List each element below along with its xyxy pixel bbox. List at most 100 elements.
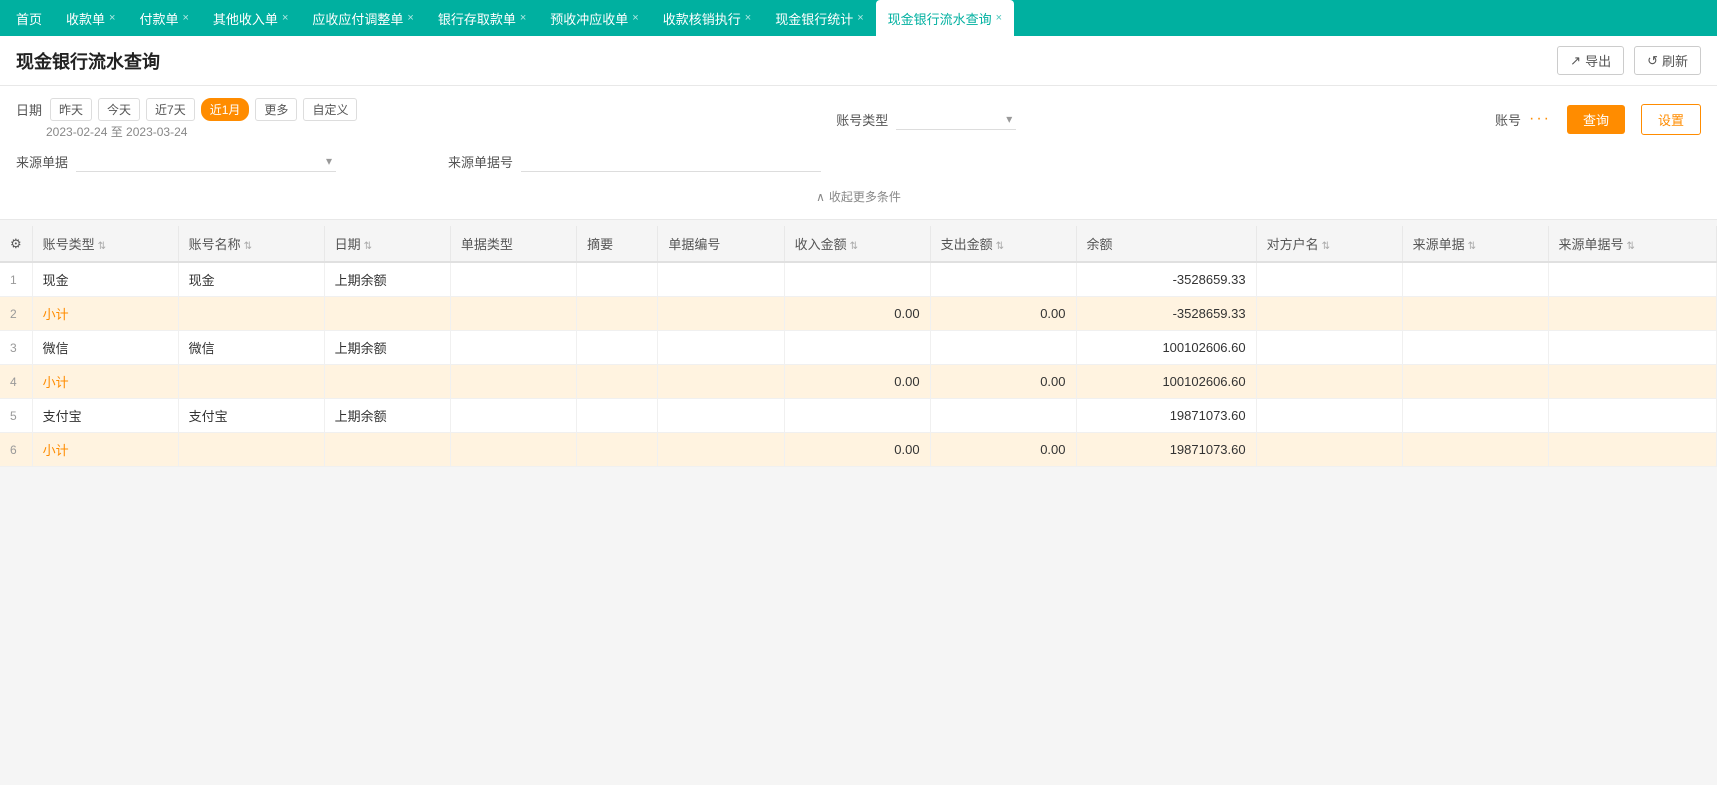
cell-summary: [577, 297, 658, 331]
date-btn-more[interactable]: 更多: [255, 98, 297, 121]
nav-ar-ap-adjust[interactable]: 应收应付调整单 ×: [300, 0, 425, 36]
account-type-label: 账号类型: [836, 110, 888, 129]
nav-cash-bank-flow[interactable]: 现金银行流水查询 ×: [876, 0, 1014, 36]
nav-receipts[interactable]: 收款单 ×: [54, 0, 127, 36]
table-row[interactable]: 6小计0.000.0019871073.60: [0, 433, 1717, 467]
cell-date: [324, 433, 450, 467]
cell-doc-type: [450, 331, 576, 365]
account-type-select[interactable]: 现金 微信 支付宝: [896, 108, 1016, 130]
cell-account-name: 支付宝: [178, 399, 324, 433]
close-icon[interactable]: ×: [109, 12, 115, 24]
sort-icon[interactable]: ⇅: [996, 241, 1004, 252]
cell-summary: [577, 433, 658, 467]
nav-home[interactable]: 首页: [4, 0, 54, 36]
cell-expense: 0.00: [930, 433, 1076, 467]
row-num: 2: [0, 297, 32, 331]
col-account-type: 账号类型⇅: [32, 226, 178, 262]
table-header-row: ⚙ 账号类型⇅ 账号名称⇅ 日期⇅ 单据类型 摘要 单据编号 收入金额⇅ 支出金…: [0, 226, 1717, 262]
cell-source-doc: [1402, 365, 1548, 399]
cell-account-type: 小计: [32, 297, 178, 331]
table-row[interactable]: 4小计0.000.00100102606.60: [0, 365, 1717, 399]
cell-income: [784, 331, 930, 365]
cell-income: [784, 262, 930, 297]
sort-icon[interactable]: ⇅: [1627, 241, 1635, 252]
page-title: 现金银行流水查询: [16, 48, 160, 74]
refresh-icon: ↺: [1647, 53, 1658, 69]
nav-advance-offset[interactable]: 预收冲应收单 ×: [538, 0, 650, 36]
cell-doc-no: [658, 331, 784, 365]
cell-expense: 0.00: [930, 365, 1076, 399]
close-icon[interactable]: ×: [520, 12, 526, 24]
cell-doc-no: [658, 433, 784, 467]
close-icon[interactable]: ×: [857, 12, 863, 24]
source-doc-select[interactable]: [76, 150, 336, 172]
table-row[interactable]: 1现金现金上期余额-3528659.33: [0, 262, 1717, 297]
page-header: 现金银行流水查询 ↗ 导出 ↺ 刷新: [0, 36, 1717, 86]
cell-account-type: 微信: [32, 331, 178, 365]
table-container: ⚙ 账号类型⇅ 账号名称⇅ 日期⇅ 单据类型 摘要 单据编号 收入金额⇅ 支出金…: [0, 226, 1717, 467]
date-btn-1month[interactable]: 近1月: [201, 98, 250, 121]
cell-source-doc-no: [1548, 399, 1716, 433]
cell-doc-no: [658, 399, 784, 433]
close-icon[interactable]: ×: [745, 12, 751, 24]
cell-account-name: [178, 365, 324, 399]
cell-doc-no: [658, 262, 784, 297]
col-settings[interactable]: ⚙: [0, 226, 32, 262]
nav-bank-deposit[interactable]: 银行存取款单 ×: [426, 0, 538, 36]
cell-account-name: 现金: [178, 262, 324, 297]
nav-other-income[interactable]: 其他收入单 ×: [201, 0, 300, 36]
cell-source-doc-no: [1548, 331, 1716, 365]
col-source-doc-no: 来源单据号⇅: [1548, 226, 1716, 262]
row-num: 5: [0, 399, 32, 433]
table-row[interactable]: 2小计0.000.00-3528659.33: [0, 297, 1717, 331]
sort-icon[interactable]: ⇅: [1322, 241, 1330, 252]
close-icon[interactable]: ×: [632, 12, 638, 24]
date-options: 昨天 今天 近7天 近1月 更多 自定义: [50, 98, 357, 121]
nav-payments[interactable]: 付款单 ×: [127, 0, 200, 36]
row-num: 1: [0, 262, 32, 297]
cell-account-name: [178, 297, 324, 331]
col-doc-no: 单据编号: [658, 226, 784, 262]
table-row[interactable]: 3微信微信上期余额100102606.60: [0, 331, 1717, 365]
cell-expense: [930, 399, 1076, 433]
cell-source-doc: [1402, 262, 1548, 297]
date-btn-custom[interactable]: 自定义: [303, 98, 357, 121]
sort-icon[interactable]: ⇅: [244, 241, 252, 252]
query-button[interactable]: 查询: [1567, 105, 1625, 134]
cell-counterpart: [1256, 433, 1402, 467]
row-num: 6: [0, 433, 32, 467]
date-btn-today[interactable]: 今天: [98, 98, 140, 121]
close-icon[interactable]: ×: [407, 12, 413, 24]
nav-receipt-verify[interactable]: 收款核销执行 ×: [651, 0, 763, 36]
cell-summary: [577, 262, 658, 297]
date-label: 日期: [16, 100, 42, 119]
refresh-button[interactable]: ↺ 刷新: [1634, 46, 1701, 75]
col-income: 收入金额⇅: [784, 226, 930, 262]
sort-icon[interactable]: ⇅: [850, 241, 858, 252]
settings-button[interactable]: 设置: [1641, 104, 1701, 135]
cell-account-type: 小计: [32, 433, 178, 467]
cell-counterpart: [1256, 399, 1402, 433]
cell-doc-type: [450, 399, 576, 433]
table-body: 1现金现金上期余额-3528659.332小计0.000.00-3528659.…: [0, 262, 1717, 467]
cell-source-doc: [1402, 433, 1548, 467]
sort-icon[interactable]: ⇅: [98, 241, 106, 252]
table-row[interactable]: 5支付宝支付宝上期余额19871073.60: [0, 399, 1717, 433]
close-icon[interactable]: ×: [996, 12, 1002, 24]
col-source-doc: 来源单据⇅: [1402, 226, 1548, 262]
export-button[interactable]: ↗ 导出: [1557, 46, 1624, 75]
nav-cash-bank-stat[interactable]: 现金银行统计 ×: [763, 0, 875, 36]
sort-icon[interactable]: ⇅: [364, 241, 372, 252]
close-icon[interactable]: ×: [282, 12, 288, 24]
filter-area: 日期 昨天 今天 近7天 近1月 更多 自定义 2023-02-24 至 202…: [0, 86, 1717, 220]
account-no-dots[interactable]: ···: [1529, 110, 1551, 128]
cell-balance: -3528659.33: [1076, 262, 1256, 297]
source-doc-no-input[interactable]: [521, 150, 821, 172]
cell-date: 上期余额: [324, 331, 450, 365]
sort-icon[interactable]: ⇅: [1468, 241, 1476, 252]
top-nav: 首页 收款单 × 付款单 × 其他收入单 × 应收应付调整单 × 银行存取款单 …: [0, 0, 1717, 36]
close-icon[interactable]: ×: [182, 12, 188, 24]
date-btn-yesterday[interactable]: 昨天: [50, 98, 92, 121]
date-btn-7days[interactable]: 近7天: [146, 98, 195, 121]
collapse-bar[interactable]: ∧ 收起更多条件: [16, 182, 1701, 207]
